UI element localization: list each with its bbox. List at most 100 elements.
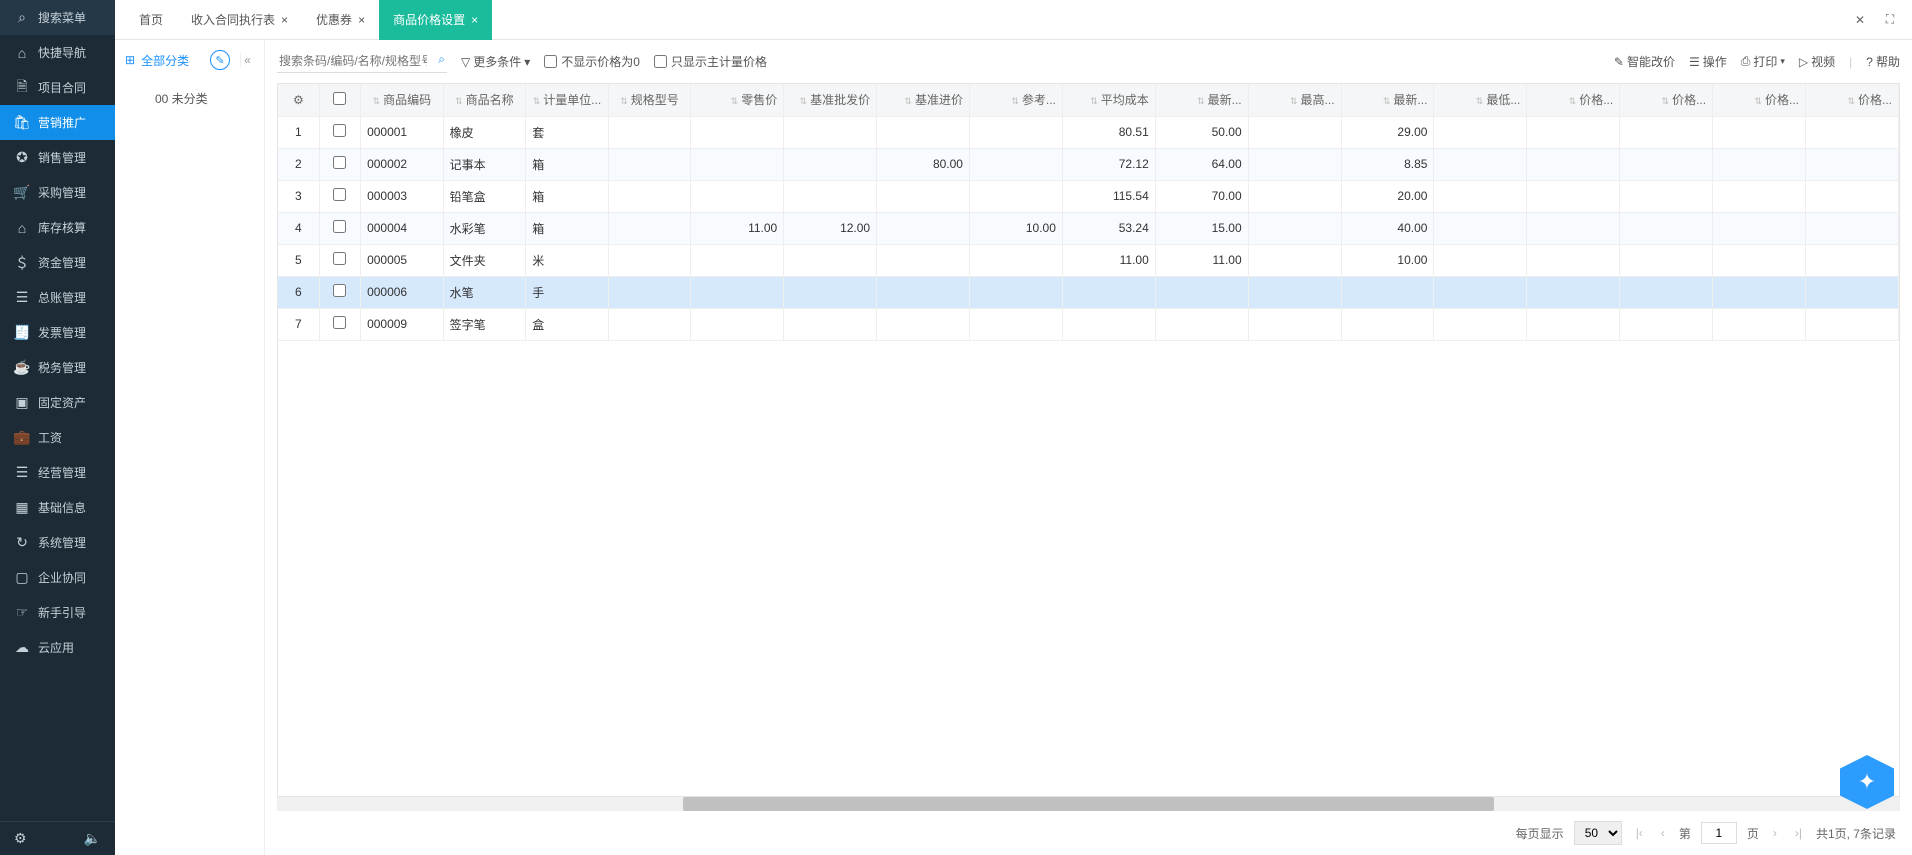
last-page-button[interactable]: ›| <box>1791 826 1806 840</box>
sort-icon: ⇅ <box>1476 96 1484 107</box>
sidebar-item-purchase[interactable]: 🛒采购管理 <box>0 175 115 210</box>
tab-close-icon[interactable]: × <box>358 13 365 27</box>
chevron-down-icon: ▾ <box>524 55 530 69</box>
column-header[interactable]: ⇅规格型号 <box>608 84 691 116</box>
table-row[interactable]: 3000003铅笔盒箱115.5470.0020.00 <box>278 180 1899 212</box>
sidebar-item-operation[interactable]: ☰经营管理 <box>0 455 115 490</box>
row-checkbox[interactable] <box>333 316 346 329</box>
sales-icon: ✪ <box>14 150 30 166</box>
tab[interactable]: 首页 <box>125 0 177 40</box>
edit-category-button[interactable]: ✎ <box>210 50 230 70</box>
tab-close-icon[interactable]: × <box>281 13 288 27</box>
column-header[interactable]: ⇅最高... <box>1248 84 1341 116</box>
table-row[interactable]: 1000001橡皮套80.5150.0029.00 <box>278 116 1899 148</box>
table-row[interactable]: 4000004水彩笔箱11.0012.0010.0053.2415.0040.0… <box>278 212 1899 244</box>
first-page-button[interactable]: |‹ <box>1632 826 1647 840</box>
column-header[interactable]: ⇅商品编码 <box>361 84 444 116</box>
sound-icon[interactable]: 🔈 <box>84 830 101 847</box>
only-main-unit-checkbox[interactable]: 只显示主计量价格 <box>654 53 767 70</box>
column-header[interactable]: ⇅价格... <box>1620 84 1713 116</box>
column-header[interactable]: ⇅价格... <box>1527 84 1620 116</box>
sort-icon: ⇅ <box>1383 96 1391 107</box>
sidebar-item-tax[interactable]: ☕税务管理 <box>0 350 115 385</box>
funds-icon: ＄ <box>14 255 30 271</box>
sidebar-item-label: 工资 <box>38 429 62 446</box>
select-all-checkbox[interactable] <box>319 84 360 116</box>
column-header[interactable]: ⇅零售价 <box>691 84 784 116</box>
column-header[interactable]: ⇅参考... <box>969 84 1062 116</box>
sidebar-item-cloud[interactable]: ☁云应用 <box>0 630 115 665</box>
column-header[interactable]: ⇅计量单位... <box>526 84 609 116</box>
sidebar-item-assets[interactable]: ▣固定资产 <box>0 385 115 420</box>
tab-close-icon[interactable]: × <box>471 13 478 27</box>
tab[interactable]: 收入合同执行表× <box>177 0 302 40</box>
sidebar-item-ledger[interactable]: ☰总账管理 <box>0 280 115 315</box>
row-checkbox[interactable] <box>333 188 346 201</box>
video-button[interactable]: ▷视频 <box>1799 53 1835 70</box>
tab[interactable]: 优惠券× <box>302 0 379 40</box>
column-header[interactable]: ⇅价格... <box>1806 84 1899 116</box>
row-checkbox[interactable] <box>333 220 346 233</box>
sidebar-item-label: 采购管理 <box>38 184 86 201</box>
column-header[interactable]: ⇅基准进价 <box>877 84 970 116</box>
search-input[interactable] <box>277 50 447 73</box>
column-header[interactable]: ⇅最新... <box>1341 84 1434 116</box>
sidebar-item-collab[interactable]: ▢企业协同 <box>0 560 115 595</box>
smart-edit-button[interactable]: ✎智能改价 <box>1614 53 1675 70</box>
column-header[interactable]: ⇅最新... <box>1155 84 1248 116</box>
prev-page-button[interactable]: ‹ <box>1657 826 1669 840</box>
sidebar-item-search-menu[interactable]: ⌕搜索菜单 <box>0 0 115 35</box>
table-row[interactable]: 5000005文件夹米11.0011.0010.00 <box>278 244 1899 276</box>
sidebar-item-sales[interactable]: ✪销售管理 <box>0 140 115 175</box>
sidebar-item-invoice[interactable]: 🧾发票管理 <box>0 315 115 350</box>
sidebar-item-funds[interactable]: ＄资金管理 <box>0 245 115 280</box>
sort-icon: ⇅ <box>620 96 628 107</box>
help-button[interactable]: ?帮助 <box>1866 53 1900 70</box>
horizontal-scrollbar[interactable] <box>277 797 1900 811</box>
next-page-button[interactable]: › <box>1769 826 1781 840</box>
sidebar-item-label: 库存核算 <box>38 219 86 236</box>
page-input[interactable] <box>1701 822 1737 844</box>
row-checkbox[interactable] <box>333 124 346 137</box>
sidebar-item-marketing[interactable]: 🛍营销推广 <box>0 105 115 140</box>
operate-button[interactable]: ☰操作 <box>1689 53 1727 70</box>
search-icon[interactable]: ⌕ <box>438 52 445 67</box>
sidebar-item-guide[interactable]: ☞新手引导 <box>0 595 115 630</box>
collapse-panel-icon[interactable]: « <box>240 53 254 67</box>
sidebar-item-inventory[interactable]: ⌂ 库存核算 <box>0 210 115 245</box>
sidebar-item-basic-info[interactable]: ▦基础信息 <box>0 490 115 525</box>
column-header[interactable]: ⇅平均成本 <box>1062 84 1155 116</box>
sidebar-item-project-contract[interactable]: 🗎项目合同 <box>0 70 115 105</box>
quick-nav-icon: ⌂ <box>14 45 30 61</box>
sidebar-item-system[interactable]: ↻系统管理 <box>0 525 115 560</box>
row-checkbox[interactable] <box>333 156 346 169</box>
print-button[interactable]: ⎙打印▾ <box>1741 53 1785 70</box>
gear-column-header[interactable]: ⚙ <box>278 84 319 116</box>
column-header[interactable]: ⇅基准批发价 <box>784 84 877 116</box>
sort-icon: ⇅ <box>373 96 381 107</box>
scrollbar-thumb[interactable] <box>683 797 1495 811</box>
table-row[interactable]: 2000002记事本箱80.0072.1264.008.85 <box>278 148 1899 180</box>
close-all-tabs-button[interactable]: ✕ <box>1848 8 1872 32</box>
toolbar: ⌕ ▽ 更多条件 ▾ 不显示价格为0 只显示主计量价格 <box>265 40 1912 83</box>
table-row[interactable]: 6000006水笔手 <box>278 276 1899 308</box>
fullscreen-icon[interactable]: ⛶ <box>1878 8 1902 32</box>
filter-icon: ▽ <box>461 55 470 69</box>
inventory-icon: ⌂ <box>14 220 30 236</box>
sidebar-item-label: 项目合同 <box>38 79 86 96</box>
all-categories-link[interactable]: 全部分类 <box>141 52 189 69</box>
row-checkbox[interactable] <box>333 252 346 265</box>
row-checkbox[interactable] <box>333 284 346 297</box>
more-conditions-link[interactable]: ▽ 更多条件 ▾ <box>461 53 530 70</box>
column-header[interactable]: ⇅最低... <box>1434 84 1527 116</box>
settings-icon[interactable]: ⚙ <box>14 830 27 847</box>
category-node[interactable]: 00 未分类 <box>115 86 264 111</box>
column-header[interactable]: ⇅商品名称 <box>443 84 526 116</box>
table-row[interactable]: 7000009签字笔盒 <box>278 308 1899 340</box>
sidebar-item-salary[interactable]: 💼工资 <box>0 420 115 455</box>
per-page-select[interactable]: 50 <box>1574 821 1622 845</box>
column-header[interactable]: ⇅价格... <box>1713 84 1806 116</box>
sidebar-item-quick-nav[interactable]: ⌂快捷导航 <box>0 35 115 70</box>
hide-zero-checkbox[interactable]: 不显示价格为0 <box>544 53 640 70</box>
tab[interactable]: 商品价格设置× <box>379 0 492 40</box>
